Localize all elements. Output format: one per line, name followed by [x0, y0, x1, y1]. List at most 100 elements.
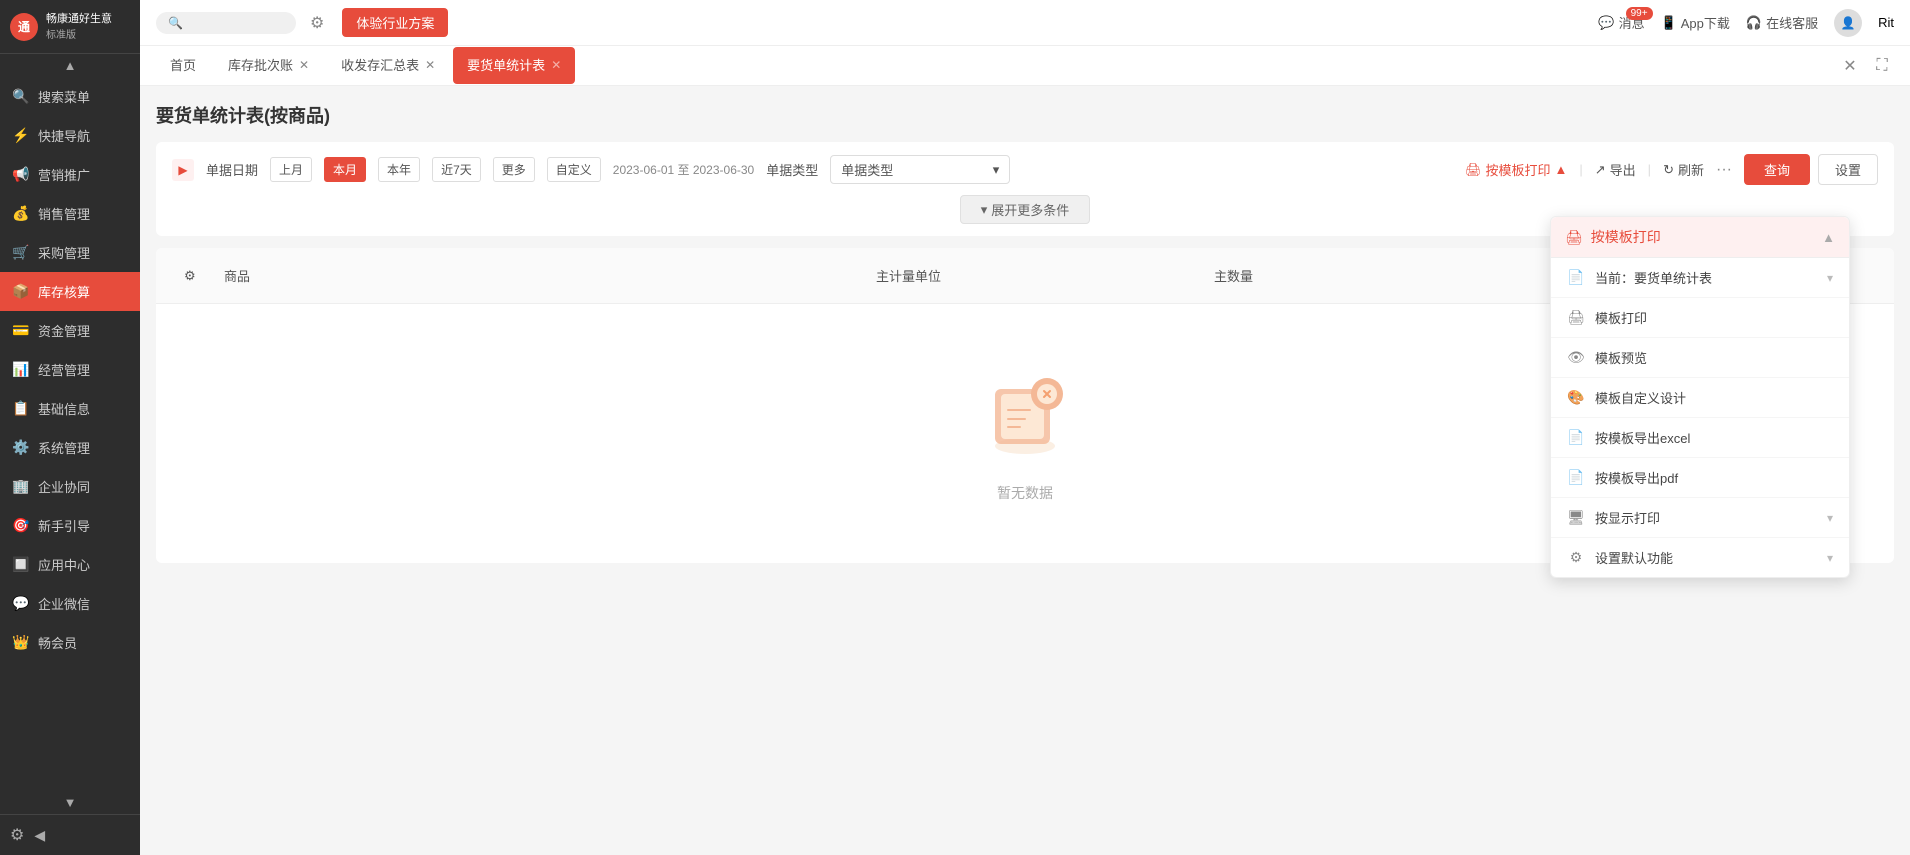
date-more-btn[interactable]: 更多: [493, 157, 535, 182]
logo-sub: 标准版: [46, 26, 112, 41]
chevron-right-icon: ▾: [1827, 511, 1833, 525]
sidebar-item-enterprise-wechat[interactable]: 💬 企业微信: [0, 584, 140, 623]
tab-inventory-batch[interactable]: 库存批次账 ✕: [214, 47, 323, 84]
sidebar-scroll-down[interactable]: ▼: [0, 791, 140, 814]
sidebar-item-purchase[interactable]: 🛒 采购管理: [0, 233, 140, 272]
messages-btn[interactable]: 💬 消息 99+: [1598, 13, 1644, 32]
app-download-btn[interactable]: 📱 App下载: [1661, 13, 1730, 32]
template-print-label: 按模板打印: [1485, 160, 1550, 179]
dropdown-header-right: ▲: [1822, 230, 1835, 245]
trial-btn[interactable]: 体验行业方案: [342, 8, 448, 37]
sidebar-item-enterprise[interactable]: 🏢 企业协同: [0, 467, 140, 506]
expand-more-btn[interactable]: ▾ 展开更多条件: [960, 195, 1091, 224]
settings-icon[interactable]: ⚙: [10, 825, 24, 845]
pdf-icon: 📄: [1567, 469, 1585, 486]
dropdown-item-label: 按模板导出pdf: [1595, 468, 1678, 487]
tab-close-btn[interactable]: ✕: [551, 58, 561, 72]
username: Rit: [1878, 15, 1894, 30]
date-this-year-btn[interactable]: 本年: [378, 157, 420, 182]
sidebar-scroll-up[interactable]: ▲: [0, 54, 140, 77]
app-center-icon: 🔲: [12, 556, 30, 574]
sidebar-item-label: 销售管理: [38, 204, 90, 223]
sidebar-item-system[interactable]: ⚙️ 系统管理: [0, 428, 140, 467]
sidebar-item-quick-nav[interactable]: ⚡ 快捷导航: [0, 116, 140, 155]
dropdown-item-label: 设置默认功能: [1595, 548, 1673, 567]
template-print-btn[interactable]: 🖨 按模板打印 ▲: [1465, 160, 1567, 179]
th-settings[interactable]: ⚙: [172, 260, 212, 292]
sidebar-item-marketing[interactable]: 📢 营销推广: [0, 155, 140, 194]
sidebar-item-label: 营销推广: [38, 165, 90, 184]
divider: |: [1579, 162, 1582, 177]
gear-icon[interactable]: ⚙: [310, 13, 324, 33]
date-range: 2023-06-01 至 2023-06-30: [613, 161, 754, 178]
avatar[interactable]: 👤: [1834, 9, 1862, 37]
sidebar-item-newbie[interactable]: 🎯 新手引导: [0, 506, 140, 545]
settings-icon: ⚙: [1567, 549, 1585, 566]
date-last7-btn[interactable]: 近7天: [432, 157, 481, 182]
close-tab-icon[interactable]: ✕: [1838, 54, 1862, 78]
collapse-icon[interactable]: ◀: [34, 827, 45, 844]
sidebar-item-app-center[interactable]: 🔲 应用中心: [0, 545, 140, 584]
refresh-btn[interactable]: ↻ 刷新: [1663, 160, 1704, 179]
sidebar-item-label: 采购管理: [38, 243, 90, 262]
sidebar-item-finance[interactable]: 💳 资金管理: [0, 311, 140, 350]
date-custom-btn[interactable]: 自定义: [547, 157, 601, 182]
dropdown-template-design[interactable]: 🎨 模板自定义设计: [1551, 378, 1849, 418]
tab-close-btn[interactable]: ✕: [299, 58, 309, 72]
tab-bar: 首页 库存批次账 ✕ 收发存汇总表 ✕ 要货单统计表 ✕ ✕ ⛶: [140, 46, 1910, 86]
tab-receipt-summary[interactable]: 收发存汇总表 ✕: [327, 47, 449, 84]
dropdown-header-left: 🖨 按模板打印: [1565, 227, 1661, 247]
sidebar-item-sales[interactable]: 💰 销售管理: [0, 194, 140, 233]
tab-label: 库存批次账: [228, 55, 293, 74]
page-content: 要货单统计表(按商品) ▶ 单据日期 上月 本月 本年 近7天 更多 自定义 2…: [140, 86, 1910, 855]
dropdown-template-print[interactable]: 🖨 模板打印: [1551, 298, 1849, 338]
header-search-box[interactable]: 🔍: [156, 12, 296, 34]
settings-btn[interactable]: 设置: [1818, 154, 1878, 185]
dropdown-default-setting[interactable]: ⚙ 设置默认功能 ▾: [1551, 538, 1849, 577]
date-prev-month-btn[interactable]: 上月: [270, 157, 312, 182]
document-icon: 📄: [1567, 269, 1585, 286]
newbie-icon: 🎯: [12, 517, 30, 535]
marketing-icon: 📢: [12, 166, 30, 184]
tab-home[interactable]: 首页: [156, 47, 210, 84]
sidebar-item-inventory[interactable]: 📦 库存核算: [0, 272, 140, 311]
template-print-dropdown: 🖨 按模板打印 ▲ 📄 当前：要货单统计表 ▾ 🖨 模板打印: [1550, 216, 1850, 578]
sales-icon: 💰: [12, 205, 30, 223]
sidebar-item-operations[interactable]: 📊 经营管理: [0, 350, 140, 389]
tab-order-stats[interactable]: 要货单统计表 ✕: [453, 47, 575, 84]
sidebar: 通 畅康通好生意 标准版 ▲ 🔍 搜索菜单 ⚡ 快捷导航 📢 营销推广 💰 销售…: [0, 0, 140, 855]
dropdown-display-print[interactable]: 🖥 按显示打印 ▾: [1551, 498, 1849, 538]
sidebar-nav: 🔍 搜索菜单 ⚡ 快捷导航 📢 营销推广 💰 销售管理 🛒 采购管理 📦 库存核…: [0, 77, 140, 791]
dropdown-export-excel[interactable]: 📄 按模板导出excel: [1551, 418, 1849, 458]
sidebar-item-label: 经营管理: [38, 360, 90, 379]
sidebar-item-label: 系统管理: [38, 438, 90, 457]
online-service-btn[interactable]: 🎧 在线客服: [1746, 13, 1818, 32]
tab-label: 收发存汇总表: [341, 55, 419, 74]
dropdown-current-template[interactable]: 📄 当前：要货单统计表 ▾: [1551, 258, 1849, 298]
tab-close-btn[interactable]: ✕: [425, 58, 435, 72]
maximize-icon[interactable]: ⛶: [1870, 54, 1894, 78]
filter-expand-icon[interactable]: ▶: [172, 159, 194, 181]
dropdown-template-preview[interactable]: 👁 模板预览: [1551, 338, 1849, 378]
sidebar-item-basic[interactable]: 📋 基础信息: [0, 389, 140, 428]
chevron-right-icon: ▾: [1827, 551, 1833, 565]
logo-text: 畅康通好生意: [46, 12, 112, 26]
sidebar-item-member[interactable]: 👑 畅会员: [0, 623, 140, 662]
more-icon[interactable]: ···: [1716, 161, 1732, 179]
logo-icon: 通: [10, 13, 38, 41]
export-btn[interactable]: ↗ 导出: [1595, 160, 1636, 179]
order-type-placeholder: 单据类型: [841, 160, 893, 179]
printer-icon: 🖨: [1565, 229, 1583, 246]
dropdown-export-pdf[interactable]: 📄 按模板导出pdf: [1551, 458, 1849, 498]
finance-icon: 💳: [12, 322, 30, 340]
date-this-month-btn[interactable]: 本月: [324, 157, 366, 182]
sidebar-item-label: 企业协同: [38, 477, 90, 496]
current-template-label: 当前：要货单统计表: [1595, 268, 1712, 287]
query-btn[interactable]: 查询: [1744, 154, 1810, 185]
sidebar-item-label: 企业微信: [38, 594, 90, 613]
printer-icon: 🖨: [1465, 162, 1482, 178]
sidebar-item-search[interactable]: 🔍 搜索菜单: [0, 77, 140, 116]
tab-label: 要货单统计表: [467, 55, 545, 74]
order-type-select[interactable]: 单据类型 ▾: [830, 155, 1010, 184]
chevron-up-icon: ▲: [1554, 162, 1567, 177]
